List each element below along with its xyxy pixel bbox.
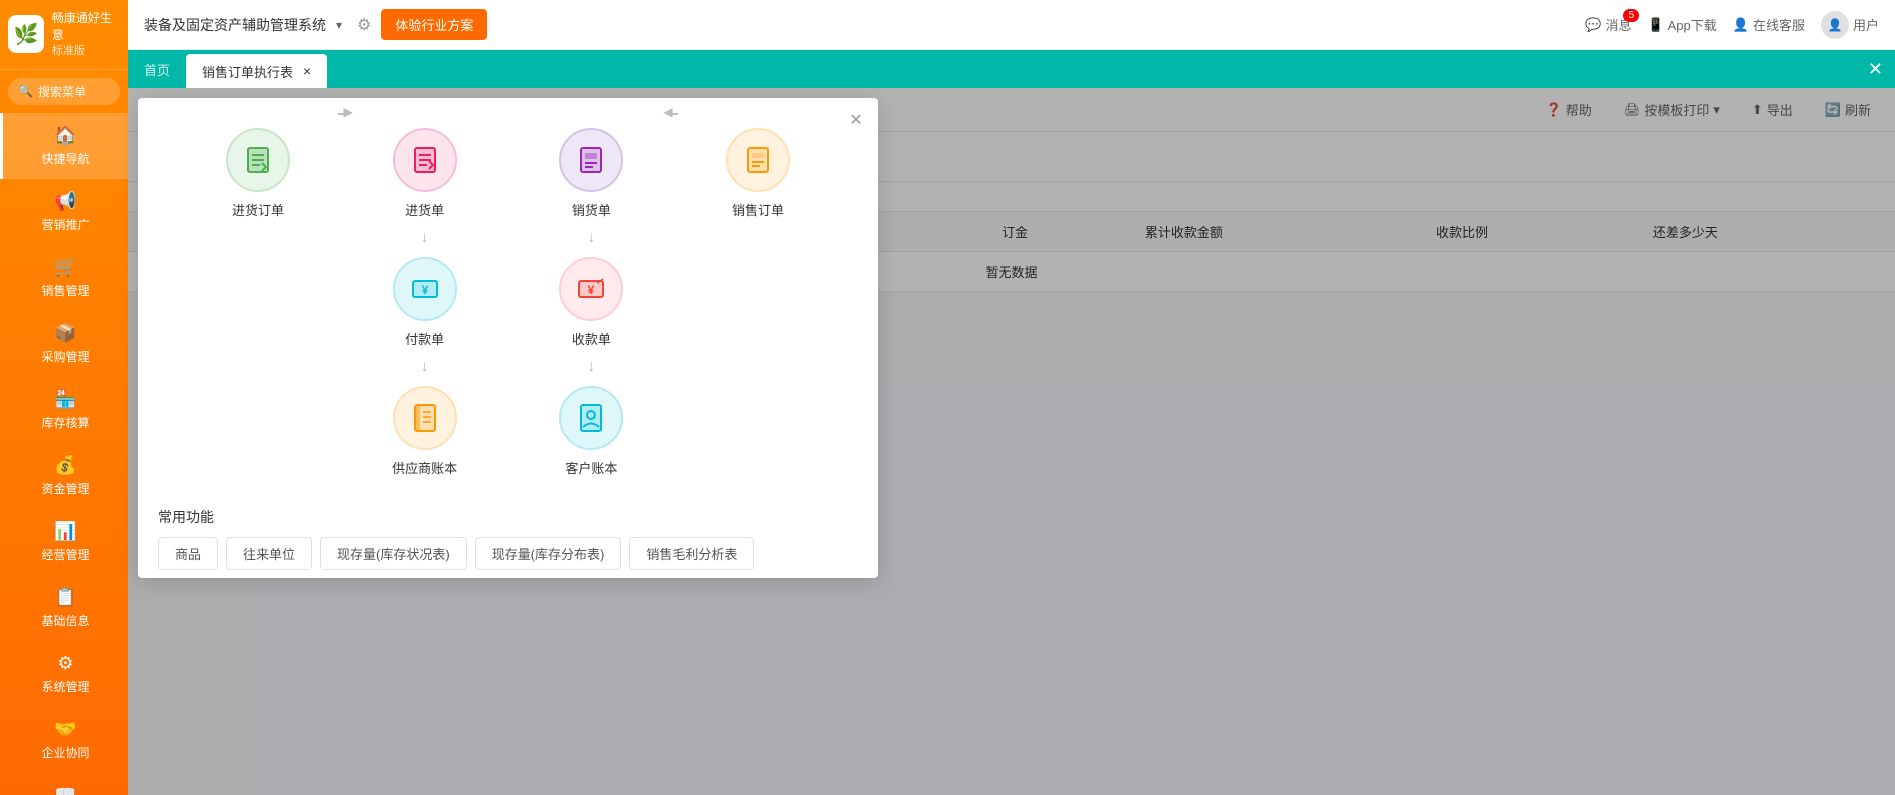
flow-arrows-v-row1: ↓ ↓ bbox=[178, 223, 838, 253]
system-title: 装备及固定资产辅助管理系统 bbox=[144, 15, 326, 35]
message-badge: 5 bbox=[1623, 9, 1639, 22]
close-window-icon[interactable]: ✕ bbox=[1868, 59, 1883, 80]
customer-ledger-label: 客户账本 bbox=[565, 458, 617, 477]
tab-sales-order-exec[interactable]: 销售订单执行表 × bbox=[186, 54, 327, 88]
modal-close-btn[interactable]: ✕ bbox=[844, 108, 868, 132]
sales-order-icon[interactable] bbox=[726, 128, 790, 192]
arrow-receipt-down: ↓ bbox=[511, 352, 671, 382]
logo-text: 畅康通好生意 标准版 bbox=[52, 10, 120, 59]
service-icon: 👤 bbox=[1733, 17, 1749, 33]
system-icon: ⚙ bbox=[57, 653, 73, 674]
supplier-ledger-icon[interactable] bbox=[393, 386, 457, 450]
user-menu[interactable]: 👤 用户 bbox=[1821, 11, 1879, 39]
flow-item-purchase-order: 进货订单 bbox=[178, 128, 338, 219]
purchase-order-icon[interactable] bbox=[226, 128, 290, 192]
common-functions: 常用功能 商品 往来单位 现存量(库存状况表) 现存量(库存分布表) 销售毛利分… bbox=[138, 497, 878, 578]
online-service-btn[interactable]: 👤 在线客服 bbox=[1733, 15, 1805, 34]
tabbar: 首页 销售订单执行表 × ✕ bbox=[128, 50, 1895, 88]
purchase-icon: 📦 bbox=[54, 323, 76, 344]
trial-btn[interactable]: 体验行业方案 bbox=[381, 9, 487, 40]
arrow-sales-order-to-sales: ◀ bbox=[671, 128, 678, 156]
sidebar-nav: 🏠 快捷导航 📢 营销推广 🛒 销售管理 📦 采购管理 🏪 库存核算 💰 资金管… bbox=[0, 113, 128, 795]
flow-item-supplier-ledger: 供应商账本 bbox=[345, 386, 505, 477]
flow-item-purchase: 进货单 bbox=[345, 128, 505, 219]
sidebar-item-operations[interactable]: 📊 经营管理 bbox=[0, 509, 128, 575]
tab-home[interactable]: 首页 bbox=[128, 50, 186, 88]
arrow-purchase-down: ↓ bbox=[345, 223, 505, 253]
title-dropdown-icon[interactable]: ▾ bbox=[336, 18, 342, 32]
flow-item-sales: 销货单 bbox=[511, 128, 671, 219]
sales-order-label: 销售订单 bbox=[732, 200, 784, 219]
purchase-icon[interactable] bbox=[393, 128, 457, 192]
sidebar-item-finance[interactable]: 💰 资金管理 bbox=[0, 443, 128, 509]
payment-label: 付款单 bbox=[405, 329, 444, 348]
sidebar-item-sales[interactable]: 🛒 销售管理 bbox=[0, 245, 128, 311]
func-stock-status-btn[interactable]: 现存量(库存状况表) bbox=[320, 537, 467, 570]
flow-diagram: 进货订单 ▶ bbox=[138, 98, 878, 497]
flow-row2: ¥ 付款单 ¥ 收款单 bbox=[178, 257, 838, 348]
topbar: 装备及固定资产辅助管理系统 ▾ ⚙ 体验行业方案 💬 消息 5 📱 App下载 … bbox=[128, 0, 1895, 50]
sales-icon[interactable] bbox=[559, 128, 623, 192]
func-sales-margin-btn[interactable]: 销售毛利分析表 bbox=[629, 537, 754, 570]
receipt-label: 收款单 bbox=[572, 329, 611, 348]
app-logo: 🌿 bbox=[8, 15, 44, 53]
sidebar-item-guide[interactable]: 📖 新手引导 bbox=[0, 773, 128, 795]
flow-item-customer-ledger: 客户账本 bbox=[511, 386, 671, 477]
topbar-right: 💬 消息 5 📱 App下载 👤 在线客服 👤 用户 bbox=[1585, 11, 1879, 39]
sidebar-item-inventory[interactable]: 🏪 库存核算 bbox=[0, 377, 128, 443]
sidebar-item-enterprise[interactable]: 🤝 企业协同 bbox=[0, 707, 128, 773]
flow-row1: 进货订单 ▶ bbox=[178, 128, 838, 219]
payment-icon[interactable]: ¥ bbox=[393, 257, 457, 321]
func-product-btn[interactable]: 商品 bbox=[158, 537, 218, 570]
sidebar: 🌿 畅康通好生意 标准版 🔍 搜索菜单 🏠 快捷导航 📢 营销推广 🛒 销售管理… bbox=[0, 0, 128, 795]
purchase-label: 进货单 bbox=[405, 200, 444, 219]
search-label: 搜索菜单 bbox=[38, 83, 86, 100]
sidebar-item-system[interactable]: ⚙ 系统管理 bbox=[0, 641, 128, 707]
tab-close-icon[interactable]: × bbox=[303, 63, 311, 79]
flow-item-sales-order: 销售订单 bbox=[678, 128, 838, 219]
messages-btn[interactable]: 💬 消息 5 bbox=[1585, 15, 1631, 34]
guide-icon: 📖 bbox=[54, 785, 76, 795]
sales-icon: 🛒 bbox=[54, 257, 76, 278]
flow-arrows-v-row2: ↓ ↓ bbox=[178, 352, 838, 382]
svg-text:¥: ¥ bbox=[421, 283, 428, 297]
supplier-ledger-label: 供应商账本 bbox=[392, 458, 457, 477]
settings-icon[interactable]: ⚙ bbox=[357, 15, 371, 35]
sales-label: 销货单 bbox=[572, 200, 611, 219]
message-icon: 💬 bbox=[1585, 17, 1601, 33]
marketing-icon: 📢 bbox=[54, 191, 76, 212]
common-funcs-title: 常用功能 bbox=[158, 507, 858, 527]
finance-icon: 💰 bbox=[54, 455, 76, 476]
sidebar-item-marketing[interactable]: 📢 营销推广 bbox=[0, 179, 128, 245]
customer-ledger-icon[interactable] bbox=[559, 386, 623, 450]
user-avatar: 👤 bbox=[1821, 11, 1849, 39]
search-menu[interactable]: 🔍 搜索菜单 bbox=[8, 78, 120, 105]
arrow-payment-down: ↓ bbox=[345, 352, 505, 382]
func-stock-dist-btn[interactable]: 现存量(库存分布表) bbox=[475, 537, 622, 570]
operations-icon: 📊 bbox=[54, 521, 76, 542]
purchase-order-label: 进货订单 bbox=[232, 200, 284, 219]
enterprise-icon: 🤝 bbox=[54, 719, 76, 740]
svg-text:¥: ¥ bbox=[588, 283, 595, 297]
logo-area: 🌿 畅康通好生意 标准版 bbox=[0, 0, 128, 70]
quick-nav-modal: ✕ 进货订单 bbox=[138, 98, 878, 578]
app-download-btn[interactable]: 📱 App下载 bbox=[1647, 15, 1716, 34]
download-icon: 📱 bbox=[1647, 17, 1663, 33]
receipt-icon[interactable]: ¥ bbox=[559, 257, 623, 321]
flow-item-payment: ¥ 付款单 bbox=[345, 257, 505, 348]
flow-item-receipt: ¥ 收款单 bbox=[511, 257, 671, 348]
search-icon: 🔍 bbox=[18, 84, 33, 98]
basic-info-icon: 📋 bbox=[54, 587, 76, 608]
sidebar-item-purchase[interactable]: 📦 采购管理 bbox=[0, 311, 128, 377]
sidebar-item-quick-nav[interactable]: 🏠 快捷导航 bbox=[0, 113, 128, 179]
modal-overlay: ✕ 进货订单 bbox=[128, 88, 1895, 795]
home-icon: 🏠 bbox=[54, 125, 76, 146]
inventory-icon: 🏪 bbox=[54, 389, 76, 410]
flow-row3: 供应商账本 客户账本 bbox=[178, 386, 838, 477]
func-counterpart-btn[interactable]: 往来单位 bbox=[226, 537, 312, 570]
arrow-purchase-to-receive: ▶ bbox=[338, 128, 345, 156]
func-row-1: 商品 往来单位 现存量(库存状况表) 现存量(库存分布表) 销售毛利分析表 商品… bbox=[158, 537, 858, 578]
sidebar-item-basic-info[interactable]: 📋 基础信息 bbox=[0, 575, 128, 641]
arrow-sales-down: ↓ bbox=[511, 223, 671, 253]
